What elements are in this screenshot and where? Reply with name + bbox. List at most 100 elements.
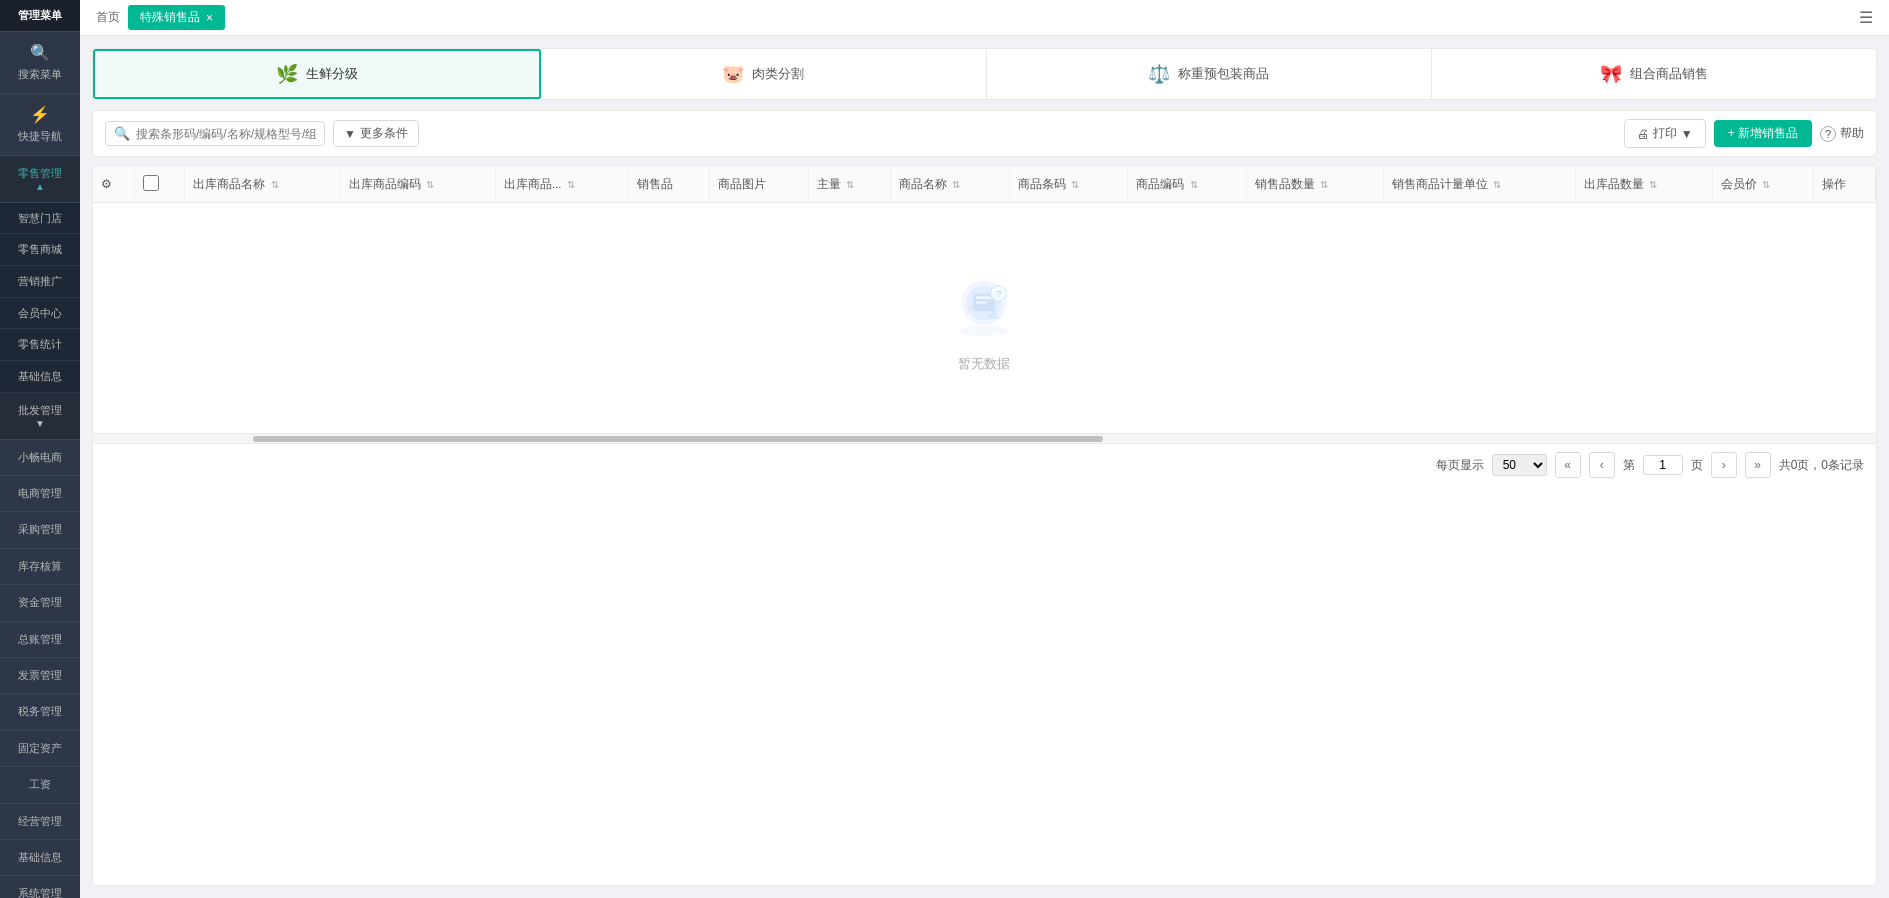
col-settings[interactable]: ⚙ <box>93 166 135 203</box>
finance-label: 资金管理 <box>18 595 62 610</box>
sort-goods-name-icon[interactable]: ⇅ <box>952 179 960 190</box>
filter-icon: ▼ <box>344 127 356 141</box>
toolbar: 🔍 ▼ 更多条件 🖨 打印 ▼ + 新增销售品 ? <box>92 110 1877 157</box>
empty-state-text: 暂无数据 <box>958 355 1010 373</box>
empty-state-row: ? 暂无数据 <box>93 203 1876 434</box>
help-icon: ? <box>1820 126 1836 142</box>
sidebar-item-general-ledger[interactable]: 总账管理 <box>0 622 80 658</box>
tab-close-icon[interactable]: × <box>206 11 213 25</box>
basic-info2-label: 基础信息 <box>18 850 62 865</box>
sort-member-price-icon[interactable]: ⇅ <box>1762 179 1770 190</box>
sort-sale-qty-icon[interactable]: ⇅ <box>1320 179 1328 190</box>
sidebar-item-smart-store[interactable]: 智慧门店 <box>0 203 80 235</box>
sidebar-item-search[interactable]: 🔍 搜索菜单 <box>0 32 80 94</box>
sidebar-item-inventory[interactable]: 库存核算 <box>0 549 80 585</box>
home-tab[interactable]: 首页 <box>96 9 120 26</box>
sidebar-retail-sub: 智慧门店 零售商城 营销推广 会员中心 零售统计 基础信息 <box>0 203 80 393</box>
scrollbar-thumb[interactable] <box>253 436 1103 442</box>
category-tab-fresh-grade[interactable]: 🌿 生鲜分级 <box>93 49 541 99</box>
sidebar-item-retail-mgmt[interactable]: 零售管理 ▲ <box>0 156 80 203</box>
category-tab-combo-sales[interactable]: 🎀 组合商品销售 <box>1432 49 1876 99</box>
horizontal-scrollbar[interactable] <box>93 433 1876 443</box>
sidebar-logo: 管理菜单 <box>0 0 80 32</box>
add-sale-item-button[interactable]: + 新增销售品 <box>1714 120 1812 147</box>
sidebar-item-finance[interactable]: 资金管理 <box>0 585 80 621</box>
col-out-goods-spec: 出库商品... ⇅ <box>495 166 628 203</box>
help-button[interactable]: ? 帮助 <box>1820 125 1864 142</box>
per-page-label: 每页显示 <box>1436 457 1484 474</box>
sort-goods-barcode-icon[interactable]: ⇅ <box>1071 179 1079 190</box>
svg-point-0 <box>960 326 1008 336</box>
search-icon: 🔍 <box>114 126 130 141</box>
sidebar: 管理菜单 🔍 搜索菜单 ⚡ 快捷导航 零售管理 ▲ 智慧门店 零售商城 营销推广… <box>0 0 80 898</box>
sidebar-item-sales-promo[interactable]: 营销推广 <box>0 266 80 298</box>
sort-out-goods-name-icon[interactable]: ⇅ <box>271 179 279 190</box>
sidebar-item-payroll[interactable]: 工资 <box>0 767 80 803</box>
per-page-select[interactable]: 10 20 50 100 <box>1492 454 1547 476</box>
settings-col-icon: ⚙ <box>101 178 112 190</box>
search-box[interactable]: 🔍 <box>105 121 325 146</box>
sidebar-item-fixed-assets[interactable]: 固定资产 <box>0 731 80 767</box>
col-sale-unit: 销售商品计量单位 ⇅ <box>1384 166 1576 203</box>
fixed-assets-label: 固定资产 <box>18 741 62 756</box>
active-tab-label: 特殊销售品 <box>140 9 200 26</box>
filter-button[interactable]: ▼ 更多条件 <box>333 120 419 147</box>
last-page-button[interactable]: » <box>1745 452 1771 478</box>
toolbar-right: 🖨 打印 ▼ + 新增销售品 ? 帮助 <box>1624 119 1864 148</box>
search-menu-icon: 🔍 <box>30 42 50 64</box>
svg-text:?: ? <box>996 288 1001 299</box>
retail-mgmt-label: 零售管理 <box>18 166 62 181</box>
sidebar-item-member-center[interactable]: 会员中心 <box>0 298 80 330</box>
sort-out-goods-code-icon[interactable]: ⇅ <box>426 179 434 190</box>
svg-rect-5 <box>976 301 987 303</box>
sort-out-goods-spec-icon[interactable]: ⇅ <box>567 179 575 190</box>
col-main-weight: 主量 ⇅ <box>808 166 890 203</box>
svg-rect-4 <box>976 297 992 299</box>
sidebar-item-retail-mall[interactable]: 零售商城 <box>0 234 80 266</box>
sort-sale-unit-icon[interactable]: ⇅ <box>1493 179 1501 190</box>
prev-page-button[interactable]: ‹ <box>1589 452 1615 478</box>
sidebar-item-tax-mgmt[interactable]: 税务管理 <box>0 694 80 730</box>
col-out-qty: 出库品数量 ⇅ <box>1576 166 1713 203</box>
first-page-button[interactable]: « <box>1555 452 1581 478</box>
empty-state: ? 暂无数据 <box>93 203 1876 433</box>
wholesale-mgmt-arrow-icon: ▼ <box>35 418 45 429</box>
toolbar-left: 🔍 ▼ 更多条件 <box>105 120 419 147</box>
sidebar-item-basic-info[interactable]: 基础信息 <box>0 361 80 393</box>
sort-out-qty-icon[interactable]: ⇅ <box>1649 179 1657 190</box>
fresh-grade-tab-icon: 🌿 <box>276 63 298 85</box>
basic-info-label: 基础信息 <box>18 369 62 384</box>
sidebar-item-ecom-mgmt[interactable]: 电商管理 <box>0 476 80 512</box>
col-member-price: 会员价 ⇅ <box>1713 166 1814 203</box>
sort-main-weight-icon[interactable]: ⇅ <box>846 179 854 190</box>
page-number-input[interactable] <box>1643 455 1683 475</box>
next-page-button[interactable]: › <box>1711 452 1737 478</box>
sidebar-item-ops-mgmt[interactable]: 经营管理 <box>0 804 80 840</box>
wholesale-mgmt-label: 批发管理 <box>18 403 62 418</box>
col-out-goods-name: 出库商品名称 ⇅ <box>185 166 340 203</box>
quick-nav-icon: ⚡ <box>30 104 50 126</box>
col-out-goods-code: 出库商品编码 ⇅ <box>340 166 495 203</box>
col-sale-goods: 销售品 <box>629 166 710 203</box>
table-body: ? 暂无数据 <box>93 203 1876 434</box>
col-checkbox[interactable] <box>135 166 185 203</box>
toggle-sidebar-button[interactable]: ☰ <box>1859 8 1873 27</box>
print-button[interactable]: 🖨 打印 ▼ <box>1624 119 1706 148</box>
page-body: 🌿 生鲜分级 🐷 肉类分割 ⚖️ 称重预包装商品 🎀 组合商品销售 🔍 <box>80 36 1889 898</box>
col-goods-code: 商品编码 ⇅ <box>1128 166 1247 203</box>
sidebar-item-purchase-mgmt[interactable]: 采购管理 <box>0 512 80 548</box>
search-input[interactable] <box>136 127 316 141</box>
category-tab-meat-cut[interactable]: 🐷 肉类分割 <box>541 49 986 99</box>
sidebar-item-basic-info2[interactable]: 基础信息 <box>0 840 80 876</box>
category-tab-weighed-pack[interactable]: ⚖️ 称重预包装商品 <box>987 49 1432 99</box>
sidebar-item-invoice-mgmt[interactable]: 发票管理 <box>0 658 80 694</box>
page-label-post: 页 <box>1691 457 1703 474</box>
sort-goods-code-icon[interactable]: ⇅ <box>1190 179 1198 190</box>
sidebar-item-sys-mgmt[interactable]: 系统管理 <box>0 876 80 898</box>
sidebar-item-quick-nav[interactable]: ⚡ 快捷导航 <box>0 94 80 156</box>
sidebar-item-mini-ecom[interactable]: 小畅电商 <box>0 440 80 476</box>
active-tab[interactable]: 特殊销售品 × <box>128 5 225 30</box>
select-all-checkbox[interactable] <box>143 175 159 191</box>
sidebar-item-wholesale-mgmt[interactable]: 批发管理 ▼ <box>0 393 80 440</box>
sidebar-item-retail-stats[interactable]: 零售统计 <box>0 329 80 361</box>
